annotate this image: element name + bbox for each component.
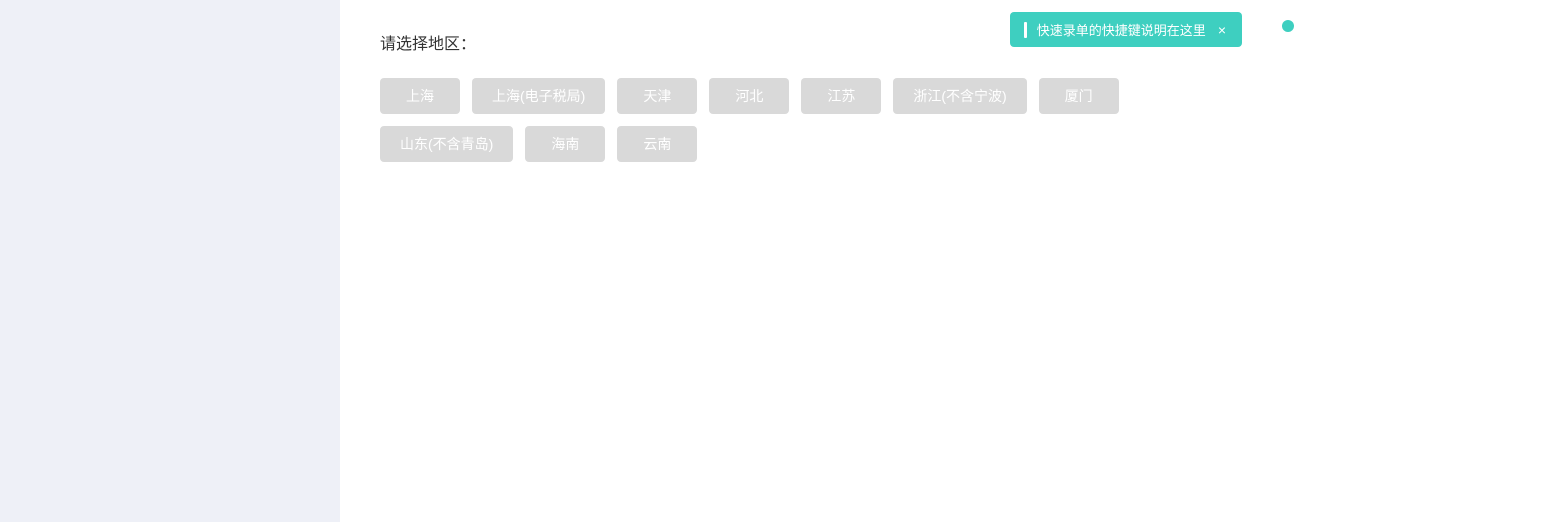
tooltip-text: 快速录单的快捷键说明在这里	[1037, 20, 1206, 39]
left-sidebar	[0, 0, 340, 522]
region-btn-zhejiang[interactable]: 浙江(不含宁波)	[893, 78, 1026, 114]
region-row-1: 上海上海(电子税局) 天津河北江苏浙江(不含宁波) 厦门	[380, 78, 1522, 114]
region-btn-xiamen[interactable]: 厦门	[1039, 78, 1119, 114]
region-btn-hebei[interactable]: 河北	[709, 78, 789, 114]
region-btn-jiangsu[interactable]: 江苏	[801, 78, 881, 114]
region-row-2: 山东(不含青岛) 海南云南	[380, 126, 1522, 162]
region-btn-shanghai-etax[interactable]: 上海(电子税局)	[472, 78, 605, 114]
region-btn-yunnan[interactable]: 云南	[617, 126, 697, 162]
region-btn-tianjin[interactable]: 天津	[617, 78, 697, 114]
tooltip-bar	[1024, 22, 1027, 38]
main-content: 请选择地区： 上海上海(电子税局) 天津河北江苏浙江(不含宁波) 厦门 山东(不含青…	[340, 0, 1562, 522]
tooltip-close-button[interactable]: ×	[1216, 22, 1228, 38]
region-btn-shandong[interactable]: 山东(不含青岛)	[380, 126, 513, 162]
region-btn-hainan[interactable]: 海南	[525, 126, 605, 162]
tooltip-banner: 快速录单的快捷键说明在这里 ×	[1010, 12, 1242, 47]
page-title: 请选择地区：	[380, 30, 1522, 54]
tooltip-dot-indicator	[1282, 20, 1294, 32]
region-btn-shanghai[interactable]: 上海	[380, 78, 460, 114]
